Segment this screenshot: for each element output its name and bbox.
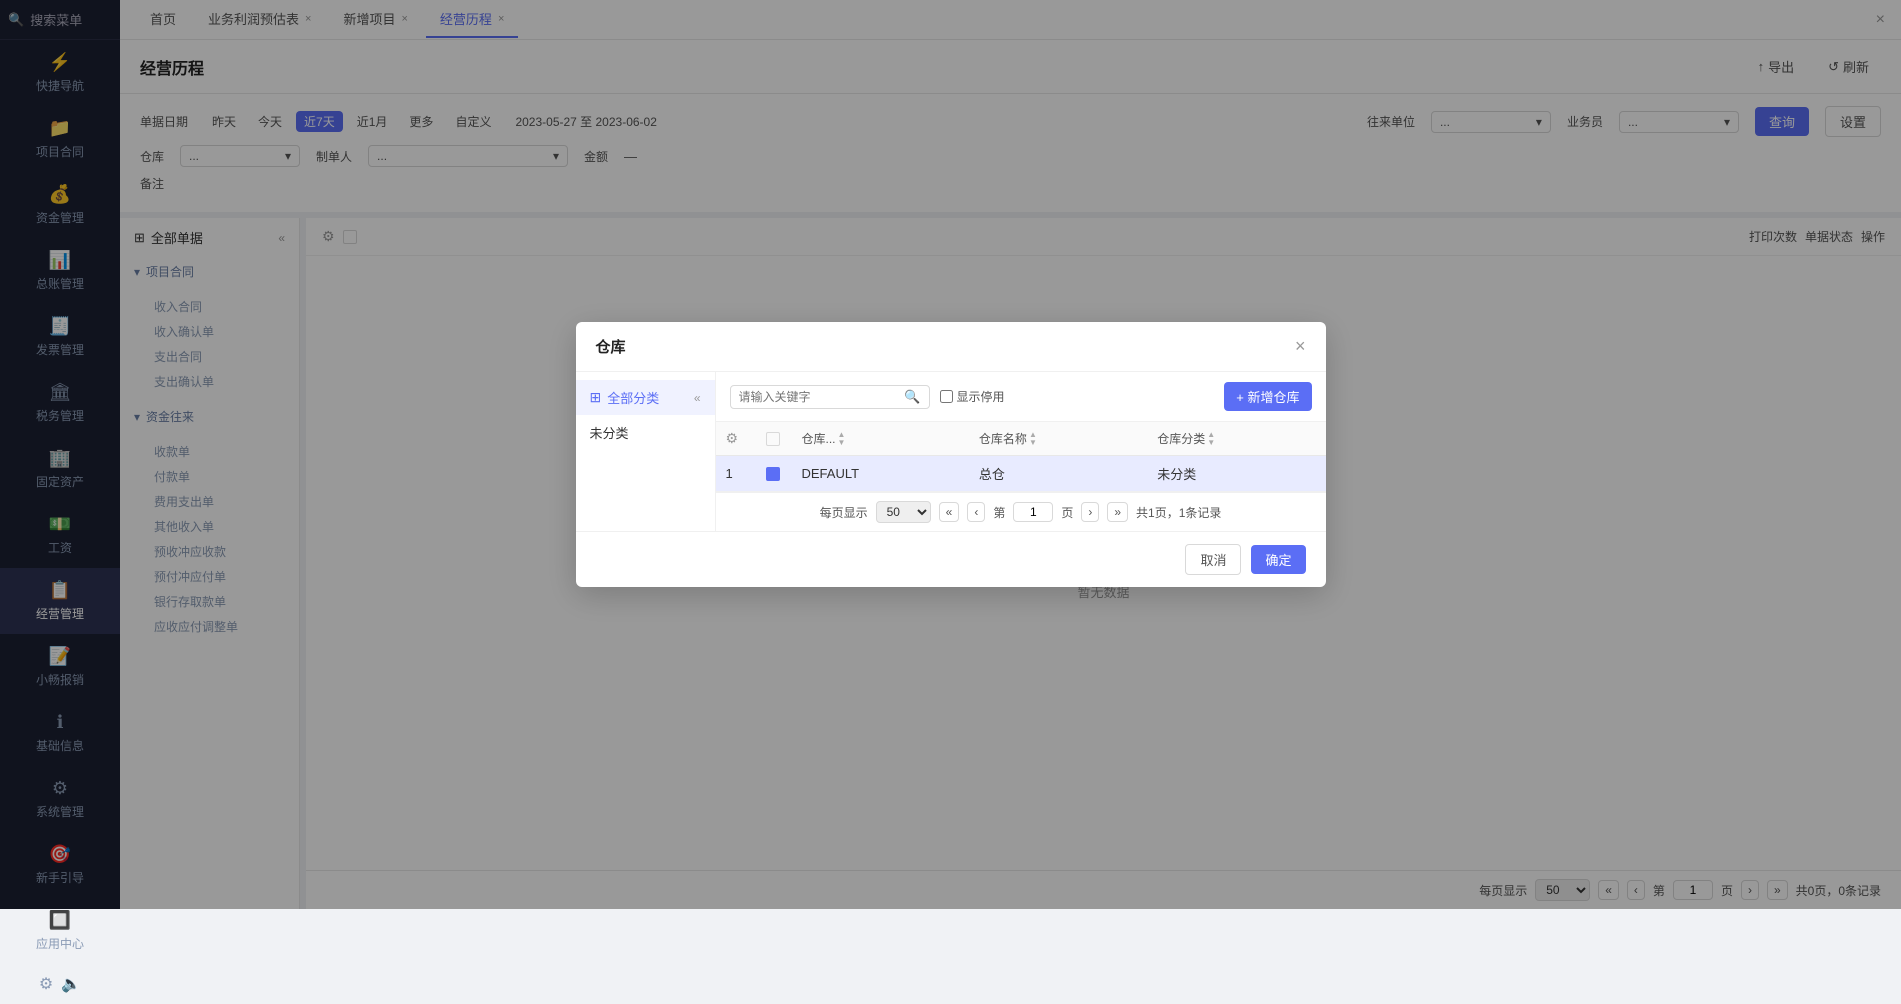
row-checkbox[interactable] xyxy=(766,467,780,481)
table-header-row: ⚙ 仓库... ▲▼ xyxy=(716,422,1326,456)
grid-icon-modal: ⊞ xyxy=(590,389,602,406)
modal-pagination: 每页显示 50 100 « ‹ 第 页 › » 共1页，1条记录 xyxy=(716,492,1326,531)
add-warehouse-button[interactable]: + 新增仓库 xyxy=(1224,382,1311,411)
sort-arrows-code: ▲▼ xyxy=(838,431,846,447)
sidebar-item-label: 应用中心 xyxy=(36,935,84,952)
col-sort-code: 仓库... ▲▼ xyxy=(802,430,959,447)
modal-search-wrap: 🔍 xyxy=(730,385,930,409)
sidebar-bottom: ⚙ 🔈 xyxy=(29,964,91,1004)
th-gear: ⚙ xyxy=(716,422,756,456)
modal-main: 🔍 显示停用 + 新增仓库 ⚙ xyxy=(716,372,1326,531)
modal-total-info: 共1页，1条记录 xyxy=(1136,504,1221,521)
col-sort-name: 仓库名称 ▲▼ xyxy=(979,430,1137,447)
td-category: 未分类 xyxy=(1147,456,1325,492)
th-gear-icon[interactable]: ⚙ xyxy=(726,430,739,446)
modal-next-btn[interactable]: › xyxy=(1081,502,1099,522)
td-name: 总仓 xyxy=(969,456,1147,492)
th-category-label: 仓库分类 xyxy=(1157,430,1205,447)
th-category: 仓库分类 ▲▼ xyxy=(1147,422,1325,456)
modal-page-input[interactable] xyxy=(1013,502,1053,522)
modal-first-btn[interactable]: « xyxy=(939,502,960,522)
modal-all-category[interactable]: ⊞ 全部分类 « xyxy=(576,380,715,415)
modal-collapse-icon[interactable]: « xyxy=(694,391,701,405)
modal-overlay: 仓库 × ⊞ 全部分类 « 未分类 xyxy=(0,0,1901,909)
show-disabled-label: 显示停用 xyxy=(957,388,1005,405)
settings-icon[interactable]: ⚙ xyxy=(39,974,53,994)
sort-arrows-category: ▲▼ xyxy=(1207,431,1215,447)
modal-title: 仓库 xyxy=(596,336,626,357)
modal-prev-btn[interactable]: ‹ xyxy=(967,502,985,522)
modal-table-body: 1 DEFAULT 总仓 未分类 xyxy=(716,456,1326,492)
modal-last-btn[interactable]: » xyxy=(1107,502,1128,522)
modal-uncategorized-label: 未分类 xyxy=(590,423,629,442)
th-checkbox xyxy=(756,422,792,456)
modal-toolbar: 🔍 显示停用 + 新增仓库 xyxy=(716,372,1326,422)
volume-icon[interactable]: 🔈 xyxy=(61,974,81,994)
modal-body: ⊞ 全部分类 « 未分类 🔍 显示停用 xyxy=(576,372,1326,531)
show-disabled-wrap: 显示停用 xyxy=(940,388,1005,405)
warehouse-modal: 仓库 × ⊞ 全部分类 « 未分类 xyxy=(576,322,1326,587)
warehouse-table: ⚙ 仓库... ▲▼ xyxy=(716,422,1326,492)
th-name: 仓库名称 ▲▼ xyxy=(969,422,1147,456)
th-select-all[interactable] xyxy=(766,432,780,446)
modal-page-pre: 第 xyxy=(993,504,1005,521)
modal-per-page-select[interactable]: 50 100 xyxy=(876,501,931,523)
show-disabled-checkbox[interactable] xyxy=(940,390,953,403)
td-code: DEFAULT xyxy=(792,456,969,492)
td-checkbox xyxy=(756,456,792,492)
th-name-label: 仓库名称 xyxy=(979,430,1027,447)
modal-search-icon: 🔍 xyxy=(904,389,920,405)
cancel-button[interactable]: 取消 xyxy=(1185,544,1241,575)
modal-table: ⚙ 仓库... ▲▼ xyxy=(716,422,1326,492)
sort-arrows-name: ▲▼ xyxy=(1029,431,1037,447)
modal-per-page-label: 每页显示 xyxy=(820,504,868,521)
modal-page-label: 页 xyxy=(1061,504,1073,521)
confirm-button[interactable]: 确定 xyxy=(1251,545,1305,574)
modal-footer: 取消 确定 xyxy=(576,531,1326,587)
modal-search-input[interactable] xyxy=(739,390,899,404)
th-code: 仓库... ▲▼ xyxy=(792,422,969,456)
modal-close-button[interactable]: × xyxy=(1295,336,1306,357)
table-row[interactable]: 1 DEFAULT 总仓 未分类 xyxy=(716,456,1326,492)
modal-uncategorized[interactable]: 未分类 xyxy=(576,415,715,450)
modal-sidebar: ⊞ 全部分类 « 未分类 xyxy=(576,372,716,531)
modal-category-label: 全部分类 xyxy=(607,388,659,407)
th-code-label: 仓库... xyxy=(802,430,836,447)
col-sort-category: 仓库分类 ▲▼ xyxy=(1157,430,1315,447)
apps-icon: 🔲 xyxy=(49,910,71,931)
td-index: 1 xyxy=(716,456,756,492)
modal-header: 仓库 × xyxy=(576,322,1326,372)
